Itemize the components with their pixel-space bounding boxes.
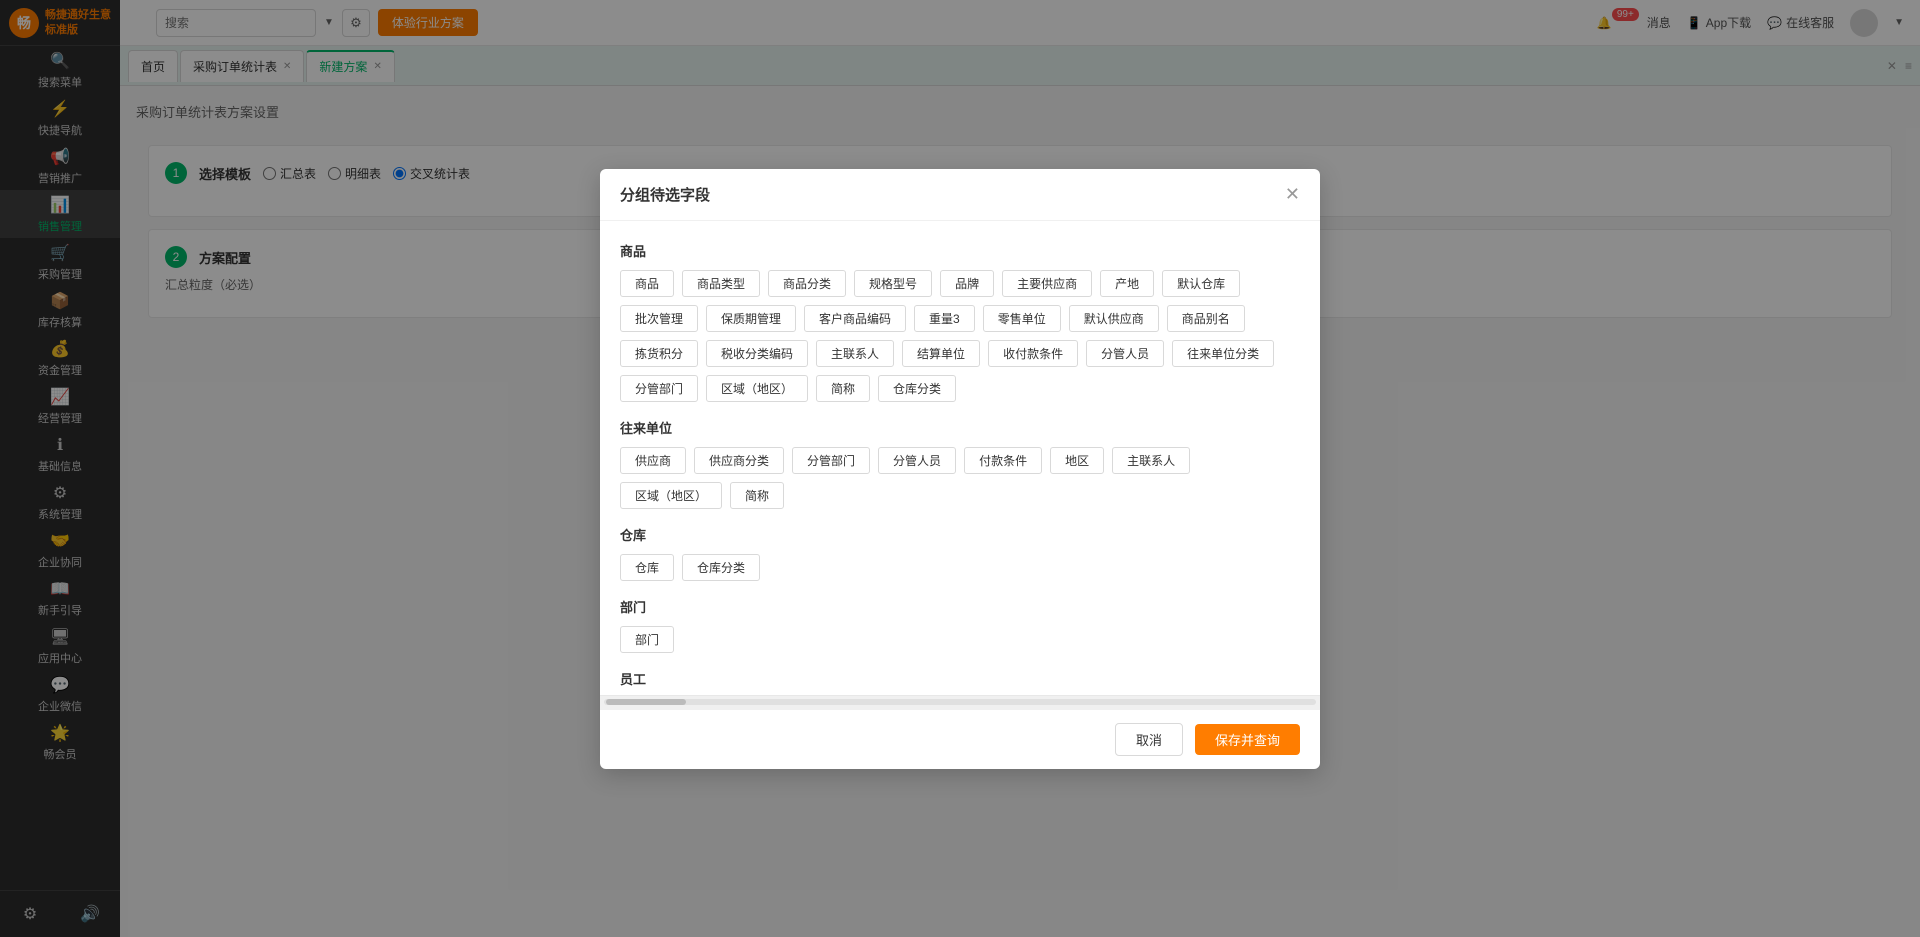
- field-tag-结算单位[interactable]: 结算单位: [902, 340, 980, 367]
- cancel-button[interactable]: 取消: [1115, 723, 1183, 756]
- field-tag-分管部门[interactable]: 分管部门: [792, 447, 870, 474]
- field-grid-商品: 商品商品类型商品分类规格型号品牌主要供应商产地默认仓库批次管理保质期管理客户商品…: [620, 270, 1300, 402]
- field-tag-重量3[interactable]: 重量3: [914, 305, 975, 332]
- field-tag-收付款条件[interactable]: 收付款条件: [988, 340, 1078, 367]
- field-tag-主联系人[interactable]: 主联系人: [816, 340, 894, 367]
- field-tag-供应商[interactable]: 供应商: [620, 447, 686, 474]
- field-tag-付款条件[interactable]: 付款条件: [964, 447, 1042, 474]
- field-tag-商品别名[interactable]: 商品别名: [1167, 305, 1245, 332]
- field-tag-地区[interactable]: 地区: [1050, 447, 1104, 474]
- field-tag-部门[interactable]: 部门: [620, 626, 674, 653]
- section-title-部门: 部门: [620, 597, 1300, 616]
- field-tag-供应商分类[interactable]: 供应商分类: [694, 447, 784, 474]
- field-tag-默认供应商[interactable]: 默认供应商: [1069, 305, 1159, 332]
- field-tag-默认仓库[interactable]: 默认仓库: [1162, 270, 1240, 297]
- modal-dialog: 分组待选字段 ✕ 商品商品商品类型商品分类规格型号品牌主要供应商产地默认仓库批次…: [600, 169, 1320, 769]
- save-button[interactable]: 保存并查询: [1195, 724, 1300, 755]
- field-tag-简称[interactable]: 简称: [816, 375, 870, 402]
- field-tag-商品[interactable]: 商品: [620, 270, 674, 297]
- field-tag-主要供应商[interactable]: 主要供应商: [1002, 270, 1092, 297]
- field-tag-商品类型[interactable]: 商品类型: [682, 270, 760, 297]
- modal-title: 分组待选字段: [620, 184, 710, 205]
- field-tag-区域（地区）[interactable]: 区域（地区）: [620, 482, 722, 509]
- field-tag-产地[interactable]: 产地: [1100, 270, 1154, 297]
- field-tag-区域（地区）[interactable]: 区域（地区）: [706, 375, 808, 402]
- modal-close-icon[interactable]: ✕: [1285, 184, 1300, 205]
- field-tag-批次管理[interactable]: 批次管理: [620, 305, 698, 332]
- field-tag-零售单位[interactable]: 零售单位: [983, 305, 1061, 332]
- field-tag-简称[interactable]: 简称: [730, 482, 784, 509]
- field-tag-仓库[interactable]: 仓库: [620, 554, 674, 581]
- field-grid-仓库: 仓库仓库分类: [620, 554, 1300, 581]
- modal-body: 商品商品商品类型商品分类规格型号品牌主要供应商产地默认仓库批次管理保质期管理客户…: [600, 221, 1320, 695]
- field-tag-税收分类编码[interactable]: 税收分类编码: [706, 340, 808, 367]
- field-tag-主联系人[interactable]: 主联系人: [1112, 447, 1190, 474]
- modal-hscrollbar[interactable]: [600, 695, 1320, 709]
- hscroll-thumb: [606, 699, 686, 705]
- section-title-往来单位: 往来单位: [620, 418, 1300, 437]
- field-tag-分管人员[interactable]: 分管人员: [878, 447, 956, 474]
- field-tag-往来单位分类[interactable]: 往来单位分类: [1172, 340, 1274, 367]
- field-tag-分管人员[interactable]: 分管人员: [1086, 340, 1164, 367]
- field-grid-往来单位: 供应商供应商分类分管部门分管人员付款条件地区主联系人区域（地区） 简称: [620, 447, 1300, 509]
- field-tag-拣货积分[interactable]: 拣货积分: [620, 340, 698, 367]
- field-tag-分管部门[interactable]: 分管部门: [620, 375, 698, 402]
- field-tag-仓库分类[interactable]: 仓库分类: [682, 554, 760, 581]
- field-tag-客户商品编码[interactable]: 客户商品编码: [804, 305, 906, 332]
- section-title-商品: 商品: [620, 241, 1300, 260]
- field-tag-保质期管理[interactable]: 保质期管理: [706, 305, 796, 332]
- section-title-员工: 员工: [620, 669, 1300, 688]
- field-tag-规格型号[interactable]: 规格型号: [854, 270, 932, 297]
- field-tag-仓库分类[interactable]: 仓库分类: [878, 375, 956, 402]
- hscroll-track: [604, 699, 1316, 705]
- section-title-仓库: 仓库: [620, 525, 1300, 544]
- field-grid-部门: 部门: [620, 626, 1300, 653]
- field-tag-商品分类[interactable]: 商品分类: [768, 270, 846, 297]
- modal-header: 分组待选字段 ✕: [600, 169, 1320, 221]
- modal-footer: 取消 保存并查询: [600, 709, 1320, 769]
- field-tag-品牌[interactable]: 品牌: [940, 270, 994, 297]
